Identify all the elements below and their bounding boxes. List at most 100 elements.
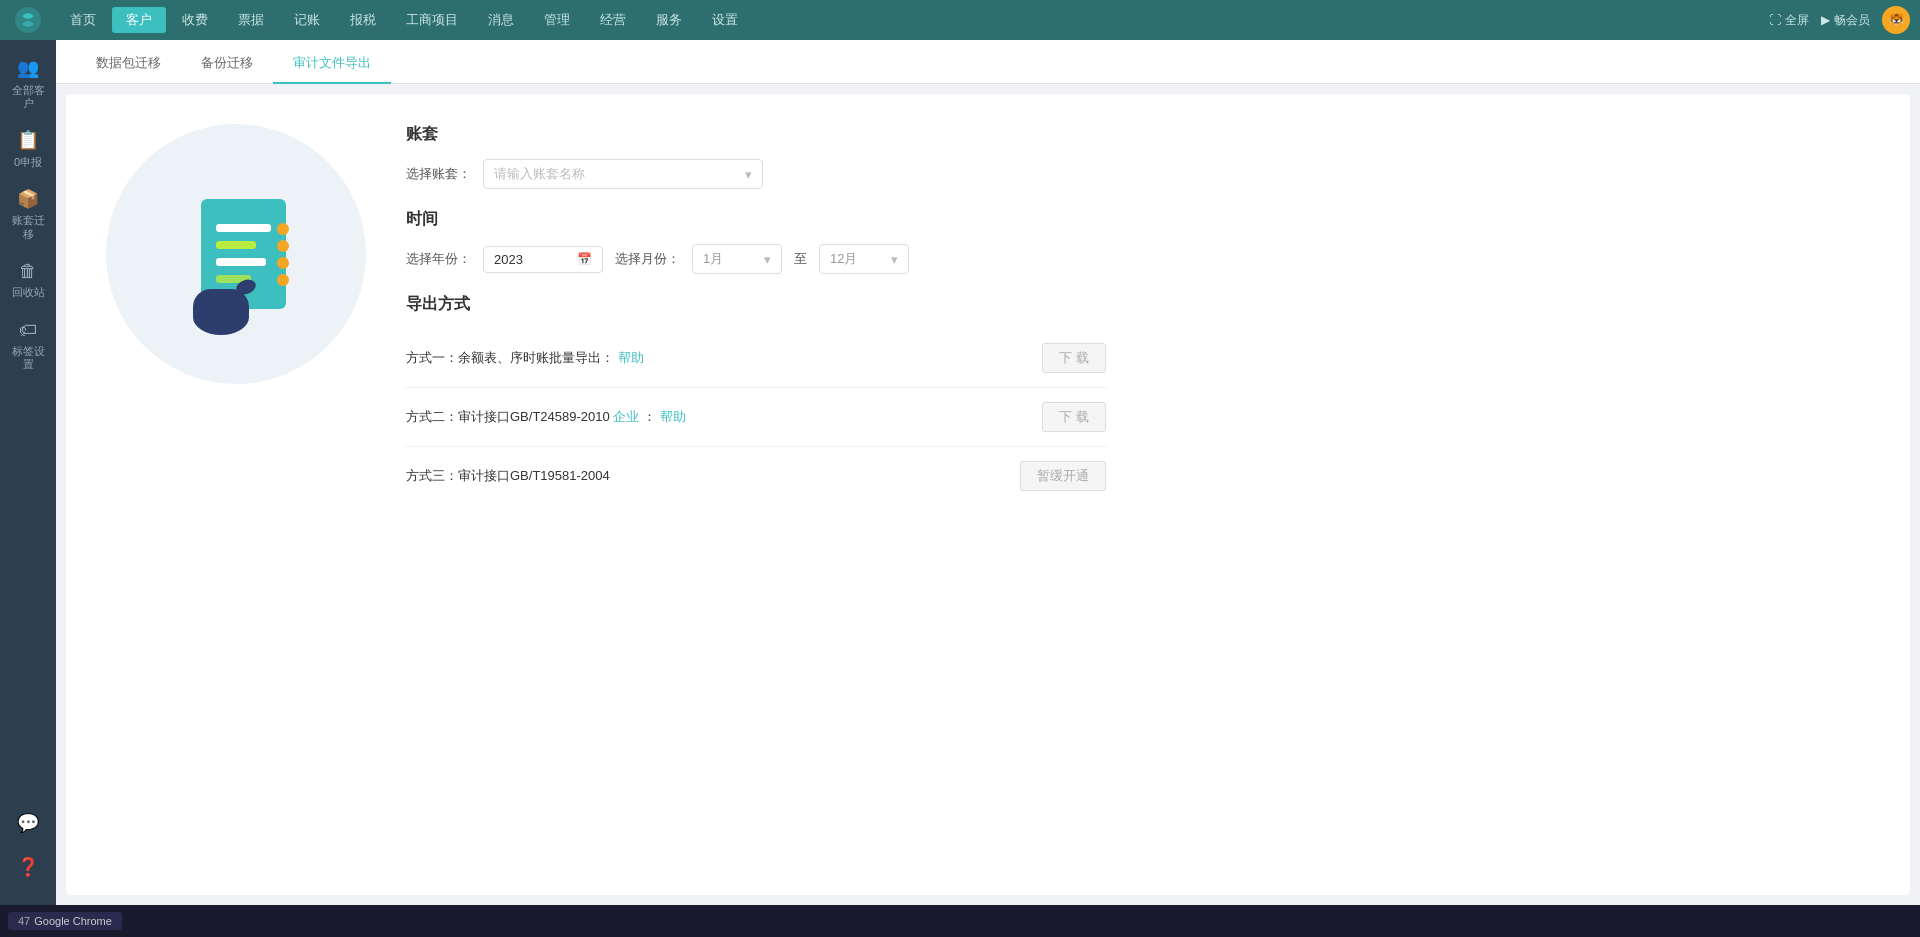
sidebar-bottom: 💬 ❓ [10,805,46,895]
chrome-label: Google Chrome [34,915,112,927]
zero-declare-icon: 📋 [17,130,39,152]
all-customers-icon: 👥 [17,58,39,80]
nav-tax[interactable]: 报税 [336,7,390,33]
app-logo [10,2,46,38]
year-input[interactable]: 2023 📅 [483,246,603,273]
account-select-row: 选择账套： 请输入账套名称 ▾ [406,159,1106,189]
method-3-temp-button[interactable]: 暂缓开通 [1020,461,1106,491]
sidebar-item-tag-settings[interactable]: 🏷 标签设置 [3,312,53,380]
method-1-download-button[interactable]: 下 载 [1042,343,1106,373]
sidebar-item-label: 0申报 [14,156,42,169]
svg-point-8 [277,257,289,269]
taskbar: 47 Google Chrome [0,905,1920,937]
nav-business[interactable]: 工商项目 [392,7,472,33]
tab-data-migrate[interactable]: 数据包迁移 [76,44,181,84]
svg-point-7 [277,240,289,252]
export-method-3: 方式三：审计接口GB/T19581-2004 暂缓开通 [406,447,1106,505]
svg-rect-3 [216,241,256,249]
sidebar-item-all-customers[interactable]: 👥 全部客户 [3,50,53,118]
nav-home[interactable]: 首页 [56,7,110,33]
tab-bar: 数据包迁移 备份迁移 审计文件导出 [56,40,1920,84]
svg-point-6 [277,223,289,235]
nav-manage[interactable]: 管理 [530,7,584,33]
svg-rect-2 [216,224,271,232]
avatar[interactable]: 🐯 [1882,6,1910,34]
method-2-company: 企业 [613,409,639,424]
nav-invoice[interactable]: 票据 [224,7,278,33]
month-select-label: 选择月份： [615,250,680,268]
export-method-1: 方式一：余额表、序时账批量导出： 帮助 下 载 [406,329,1106,388]
time-section-title: 时间 [406,209,1106,230]
fullscreen-label: 全屏 [1785,12,1809,29]
calendar-icon: 📅 [577,252,592,266]
sidebar-message-icon[interactable]: 💬 [10,805,46,841]
method-1-help-link[interactable]: 帮助 [618,350,644,365]
recycle-icon: 🗑 [19,261,37,283]
svg-rect-11 [193,289,249,331]
account-select-placeholder: 请输入账套名称 [494,165,585,183]
method-3-label: 方式三：审计接口GB/T19581-2004 [406,468,610,483]
nav-settings[interactable]: 设置 [698,7,752,33]
time-section: 时间 选择年份： 2023 📅 选择月份： 1月 ▾ [406,209,1106,274]
sidebar-item-label: 回收站 [12,286,45,299]
method-2-download-button[interactable]: 下 载 [1042,402,1106,432]
nav-accounting[interactable]: 记账 [280,7,334,33]
method-3-text: 方式三：审计接口GB/T19581-2004 [406,467,610,485]
nav-customer[interactable]: 客户 [112,7,166,33]
month-start-arrow-icon: ▾ [764,252,771,267]
tab-audit-export[interactable]: 审计文件导出 [273,44,391,84]
left-sidebar: 👥 全部客户 📋 0申报 📦 账套迁移 🗑 回收站 🏷 标签设置 💬 ❓ [0,40,56,905]
method-1-label: 方式一：余额表、序时账批量导出： [406,350,614,365]
tag-icon: 🏷 [19,320,37,342]
sidebar-item-account-migrate[interactable]: 📦 账套迁移 [3,181,53,249]
export-section: 导出方式 方式一：余额表、序时账批量导出： 帮助 下 载 [406,294,1106,505]
nav-service[interactable]: 服务 [642,7,696,33]
time-row: 选择年份： 2023 📅 选择月份： 1月 ▾ 至 [406,244,1106,274]
nav-message[interactable]: 消息 [474,7,528,33]
account-select-label: 选择账套： [406,165,471,183]
nav-fee[interactable]: 收费 [168,7,222,33]
year-select-label: 选择年份： [406,250,471,268]
svg-rect-4 [216,258,266,266]
svg-point-0 [15,7,41,33]
export-section-title: 导出方式 [406,294,1106,315]
year-value: 2023 [494,252,523,267]
month-end-select[interactable]: 12月 ▾ [819,244,909,274]
page-content: 账套 选择账套： 请输入账套名称 ▾ 时间 选择年份： [66,94,1910,895]
taskbar-chrome[interactable]: 47 Google Chrome [8,912,122,930]
sidebar-item-label: 全部客户 [7,84,49,110]
chrome-num: 47 [18,915,30,927]
vip-button[interactable]: ▶ 畅会员 [1821,12,1870,29]
account-migrate-icon: 📦 [17,189,39,211]
method-2-label: 方式二：审计接口GB/T24589-2010 [406,409,610,424]
form-section: 账套 选择账套： 请输入账套名称 ▾ 时间 选择年份： [406,124,1106,519]
export-method-2: 方式二：审计接口GB/T24589-2010 企业 ： 帮助 下 载 [406,388,1106,447]
month-end-value: 12月 [830,250,857,268]
month-start-value: 1月 [703,250,723,268]
method-2-text: 方式二：审计接口GB/T24589-2010 企业 ： 帮助 [406,408,686,426]
account-select-dropdown[interactable]: 请输入账套名称 ▾ [483,159,763,189]
content-area: 数据包迁移 备份迁移 审计文件导出 [56,40,1920,905]
vip-icon: ▶ [1821,13,1830,27]
tab-backup-migrate[interactable]: 备份迁移 [181,44,273,84]
method-2-colon: ： [643,409,656,424]
method-2-help-link[interactable]: 帮助 [660,409,686,424]
main-layout: 👥 全部客户 📋 0申报 📦 账套迁移 🗑 回收站 🏷 标签设置 💬 ❓ 数据包… [0,40,1920,905]
fullscreen-icon: ⛶ [1769,13,1781,27]
sidebar-item-recycle[interactable]: 🗑 回收站 [3,253,53,308]
svg-point-9 [277,274,289,286]
nav-operation[interactable]: 经营 [586,7,640,33]
illustration [106,124,366,384]
sidebar-help-icon[interactable]: ❓ [10,849,46,885]
content-wrapper: 账套 选择账套： 请输入账套名称 ▾ 时间 选择年份： [106,124,1870,519]
method-1-text: 方式一：余额表、序时账批量导出： 帮助 [406,349,644,367]
month-start-select[interactable]: 1月 ▾ [692,244,782,274]
fullscreen-button[interactable]: ⛶ 全屏 [1769,12,1809,29]
time-separator: 至 [794,250,807,268]
month-end-arrow-icon: ▾ [891,252,898,267]
sidebar-item-zero-declare[interactable]: 📋 0申报 [3,122,53,177]
account-section-title: 账套 [406,124,1106,145]
top-nav-right: ⛶ 全屏 ▶ 畅会员 🐯 [1769,6,1910,34]
dropdown-arrow-icon: ▾ [745,167,752,182]
top-navigation: 首页 客户 收费 票据 记账 报税 工商项目 消息 管理 经营 服务 设置 ⛶ … [0,0,1920,40]
